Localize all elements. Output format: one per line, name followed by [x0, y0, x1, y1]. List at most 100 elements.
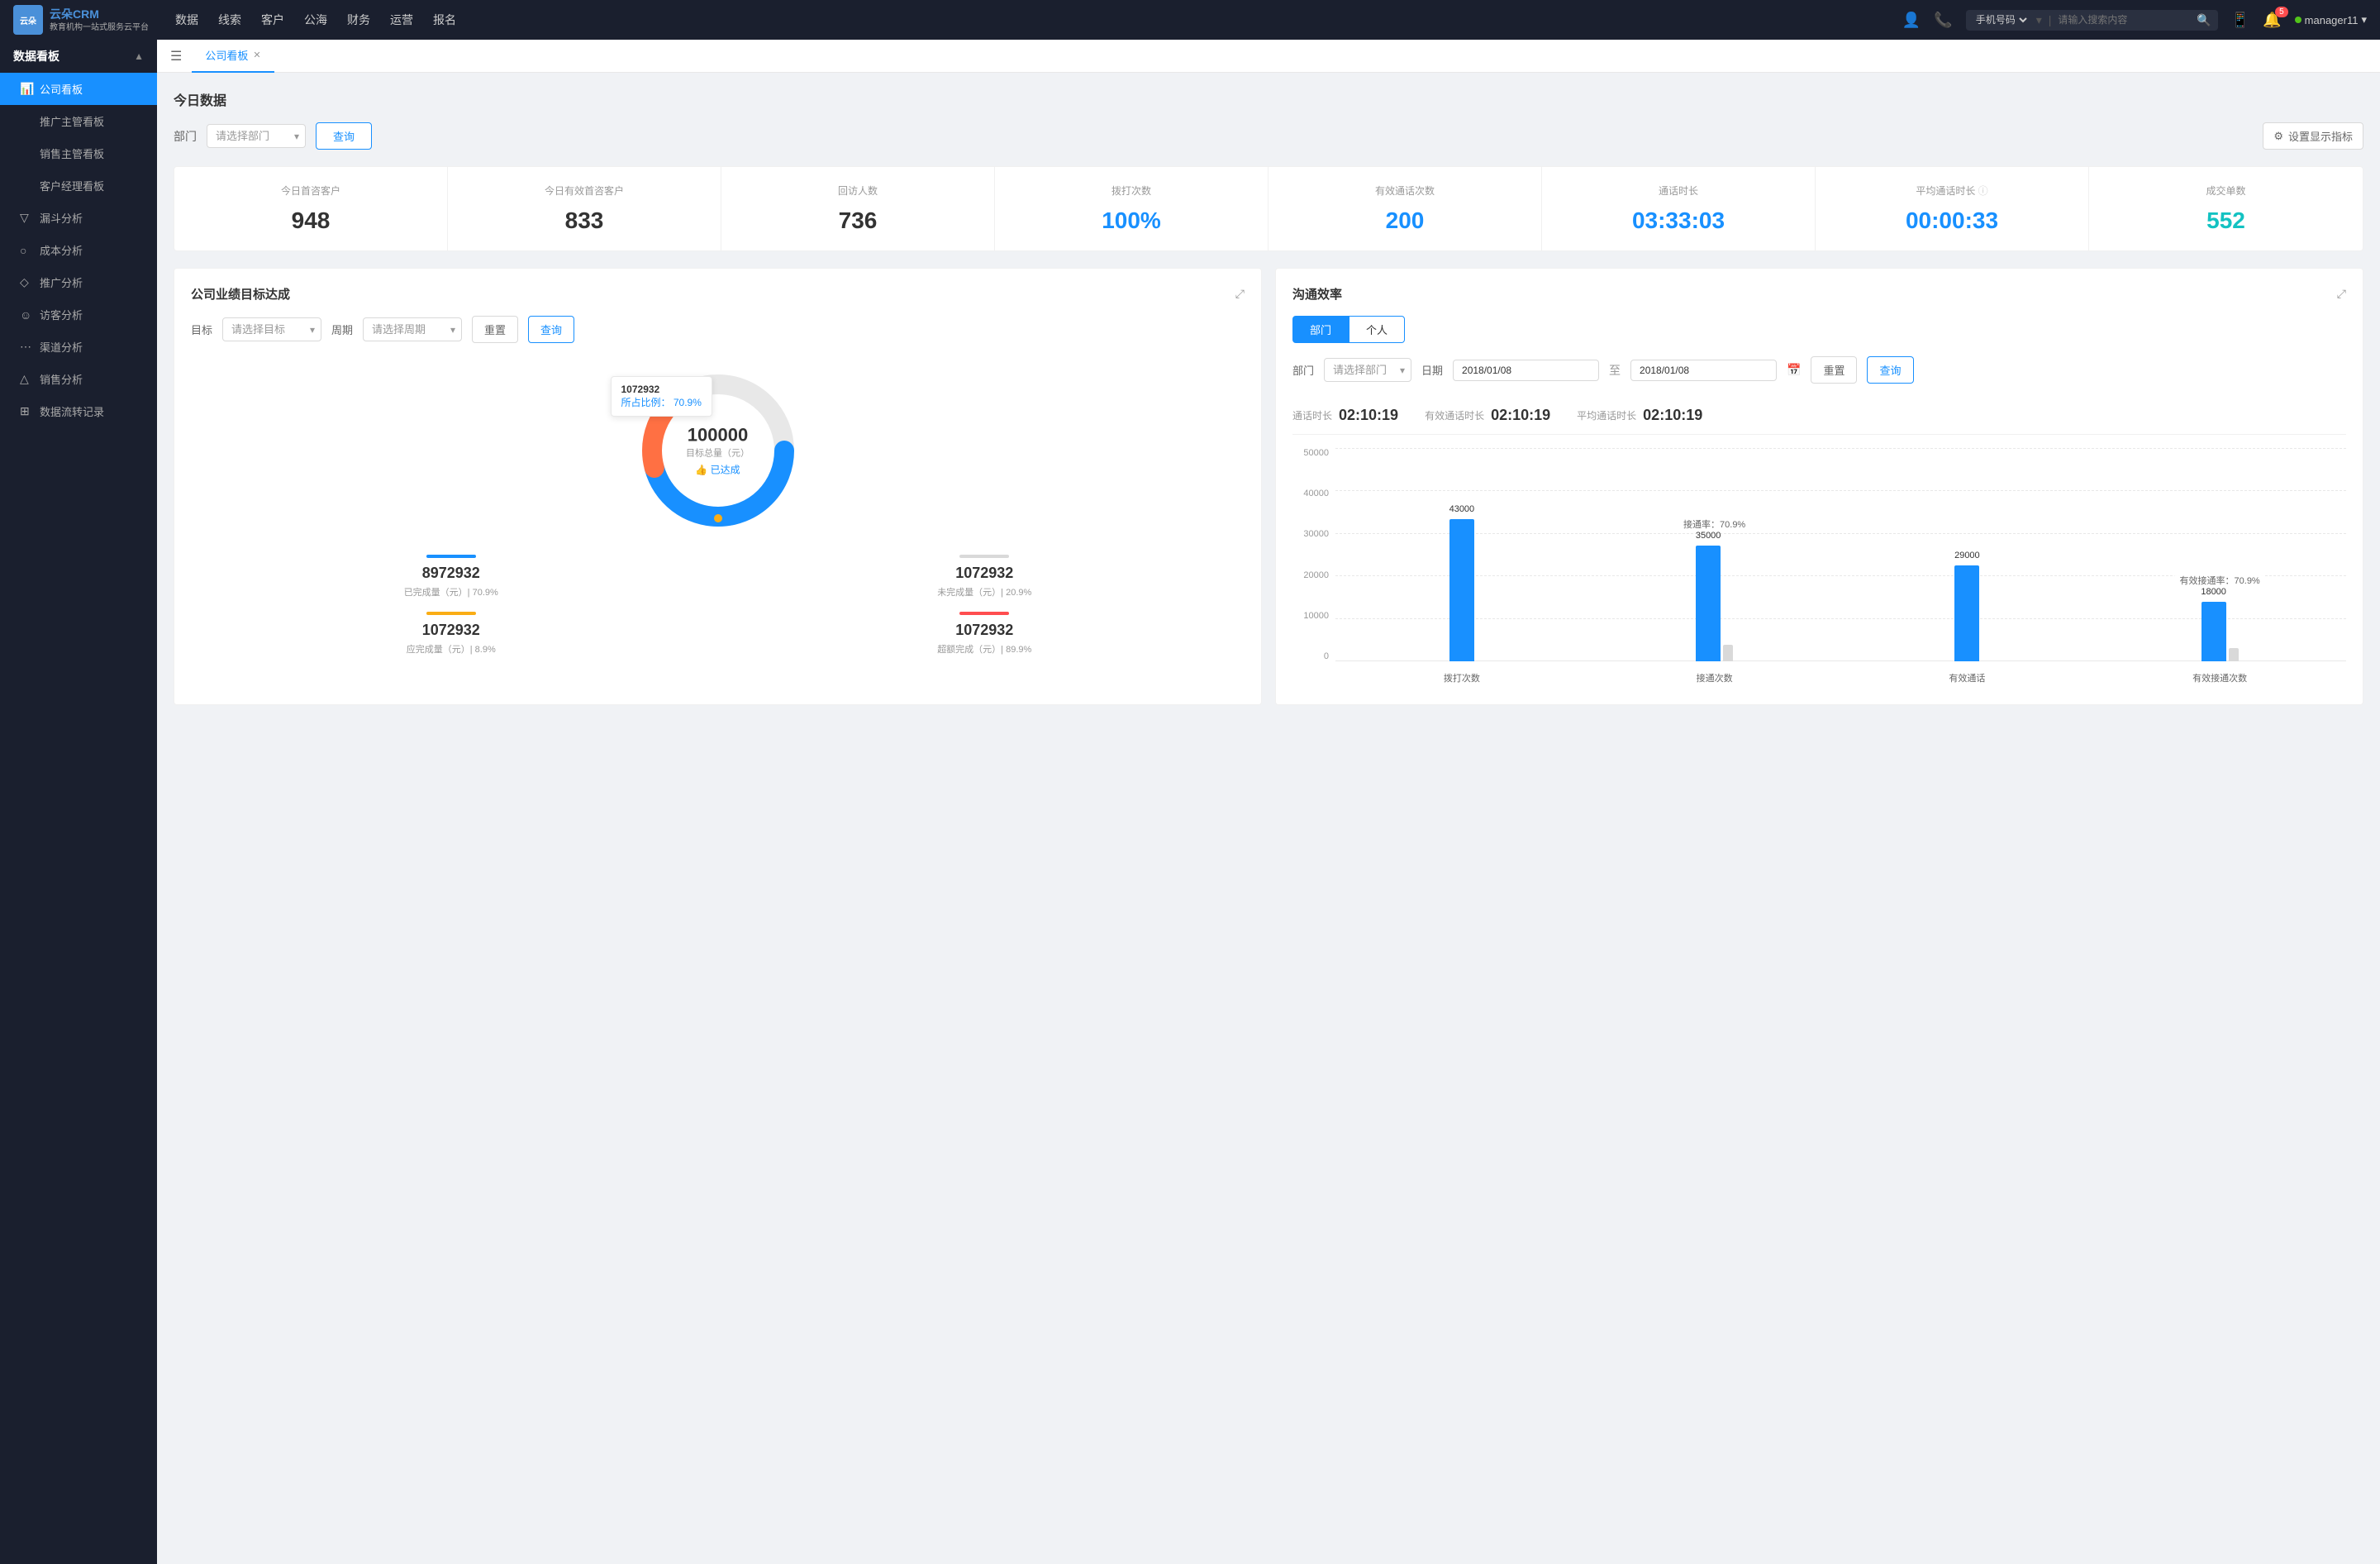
comm-reset-button[interactable]: 重置 [1811, 356, 1857, 384]
bar-0-1 [1449, 519, 1474, 661]
goal-panel: 公司业绩目标达成 ⤢ 目标 请选择目标 周期 请选择 [174, 268, 1262, 705]
bar-wrapper-2: 29000 [1954, 565, 1979, 661]
user-info[interactable]: manager11 ▾ [2295, 13, 2367, 26]
period-select[interactable]: 请选择周期 [363, 317, 462, 341]
goal-select[interactable]: 请选择目标 [222, 317, 321, 341]
comm-stat-label-1: 有效通话时长 [1425, 408, 1484, 422]
sidebar-section-header[interactable]: 数据看板 ▲ [0, 40, 157, 73]
today-data-title: 今日数据 [174, 89, 2363, 109]
period-select-wrapper: 请选择周期 [363, 317, 462, 341]
goal-expand-icon[interactable]: ⤢ [1235, 287, 1245, 301]
goal-stat-bar-3 [959, 612, 1009, 615]
goal-stat-3: 1072932 超额完成（元）| 89.9% [725, 612, 1245, 656]
sidebar-item-promo-analysis[interactable]: ◇ 推广分析 [0, 266, 157, 298]
board-icon: 📊 [20, 82, 33, 96]
search-select[interactable]: 手机号码 [1973, 13, 2030, 26]
comm-query-button[interactable]: 查询 [1867, 356, 1913, 384]
nav-data[interactable]: 数据 [175, 8, 198, 31]
bar-3-1 [2202, 602, 2226, 661]
calendar-icon[interactable]: 📅 [1787, 363, 1801, 377]
search-input[interactable] [2058, 14, 2190, 26]
donut-value: 100000 [686, 425, 750, 446]
sidebar-item-channel[interactable]: ⋯ 渠道分析 [0, 331, 157, 363]
content-area: ☰ 公司看板 ✕ 今日数据 部门 请选择部门 查询 [157, 40, 2380, 1564]
sidebar-item-cost[interactable]: ○ 成本分析 [0, 234, 157, 266]
goal-stat-label-3: 超额完成（元）| 89.9% [725, 642, 1245, 656]
bar-chart-container: 50000 40000 30000 20000 10000 0 [1292, 448, 2346, 688]
comm-tab-dept[interactable]: 部门 [1292, 316, 1349, 343]
goal-stat-value-2: 1072932 [191, 622, 712, 639]
notification-icon[interactable]: 🔔 5 [2263, 12, 2281, 29]
sidebar-item-data-flow[interactable]: ⊞ 数据流转记录 [0, 395, 157, 427]
tab-toggle-icon[interactable]: ☰ [170, 48, 182, 64]
dept-select[interactable]: 请选择部门 [207, 124, 306, 148]
goal-query-button[interactable]: 查询 [528, 316, 574, 343]
stat-card-5: 通话时长 03:33:03 [1542, 167, 1816, 250]
sidebar-toggle-icon: ▲ [134, 50, 144, 62]
nav-finance[interactable]: 财务 [347, 8, 370, 31]
comm-stat-1: 有效通话时长 02:10:19 [1425, 407, 1550, 424]
chart-area: 43000 接通率：70.9% [1335, 448, 2346, 661]
nav-leads[interactable]: 线索 [218, 8, 241, 31]
goal-stat-label-1: 未完成量（元）| 20.9% [725, 585, 1245, 598]
today-query-button[interactable]: 查询 [316, 122, 372, 150]
comm-panel-title: 沟通效率 [1292, 285, 1342, 303]
sidebar-item-sales-analysis[interactable]: △ 销售分析 [0, 363, 157, 395]
y-label-50000: 50000 [1292, 448, 1329, 458]
top-nav: 云朵 云朵CRM 教育机构一站式服务云平台 数据 线索 客户 公海 财务 运营 … [0, 0, 2380, 40]
comm-date-label: 日期 [1421, 362, 1443, 378]
logo: 云朵 云朵CRM 教育机构一站式服务云平台 [13, 5, 149, 35]
sidebar-item-company-board[interactable]: 📊 公司看板 [0, 73, 157, 105]
goal-reset-button[interactable]: 重置 [472, 316, 518, 343]
settings-button[interactable]: ⚙ 设置显示指标 [2263, 122, 2363, 150]
comm-date-start[interactable] [1453, 360, 1599, 381]
donut-sub: 目标总量（元） [686, 446, 750, 460]
settings-icon: ⚙ [2273, 130, 2283, 143]
goal-stat-label-2: 应完成量（元）| 8.9% [191, 642, 712, 656]
search-icon[interactable]: 🔍 [2197, 13, 2211, 27]
x-label-2: 有效通话 [1841, 671, 2094, 684]
comm-expand-icon[interactable]: ⤢ [2337, 287, 2346, 301]
mobile-icon[interactable]: 📱 [2231, 12, 2249, 29]
stat-label-2: 回访人数 [735, 184, 981, 198]
stat-card-0: 今日首咨客户 948 [174, 167, 448, 250]
goal-stat-value-1: 1072932 [725, 565, 1245, 582]
info-icon: ⓘ [1978, 185, 1988, 197]
nav-public[interactable]: 公海 [304, 8, 327, 31]
nav-customers[interactable]: 客户 [261, 8, 284, 31]
bar-wrapper-3: 18000 [2202, 602, 2239, 661]
goal-stat-bar-2 [426, 612, 476, 615]
sidebar-item-funnel[interactable]: ▽ 漏斗分析 [0, 202, 157, 234]
y-label-20000: 20000 [1292, 570, 1329, 580]
goal-panel-header: 公司业绩目标达成 ⤢ [191, 285, 1245, 303]
x-axis: 拨打次数 接通次数 有效通话 有效接通次数 [1335, 671, 2346, 684]
tab-company-board[interactable]: 公司看板 ✕ [192, 40, 274, 73]
visitor-icon: ☺ [20, 308, 33, 322]
sidebar-item-promo-mgr[interactable]: 推广主管看板 [0, 105, 157, 137]
comm-dept-select[interactable]: 请选择部门 [1324, 358, 1411, 382]
sidebar-item-customer-mgr[interactable]: 客户经理看板 [0, 169, 157, 202]
sidebar-item-sales-mgr[interactable]: 销售主管看板 [0, 137, 157, 169]
comm-date-end[interactable] [1630, 360, 1777, 381]
period-label: 周期 [331, 322, 353, 337]
comm-tab-person[interactable]: 个人 [1349, 316, 1405, 343]
tab-close-icon[interactable]: ✕ [253, 50, 260, 60]
page-content: 今日数据 部门 请选择部门 查询 ⚙ 设置显示指标 [157, 73, 2380, 1564]
stat-value-4: 200 [1282, 207, 1528, 234]
user-icon[interactable]: 👤 [1902, 12, 1921, 29]
phone-icon[interactable]: 📞 [1934, 12, 1952, 29]
comm-stat-value-2: 02:10:19 [1643, 407, 1702, 424]
nav-operations[interactable]: 运营 [390, 8, 413, 31]
x-label-0: 拨打次数 [1335, 671, 1588, 684]
sidebar-item-visitor[interactable]: ☺ 访客分析 [0, 298, 157, 331]
stat-value-3: 100% [1008, 207, 1254, 234]
bar-value-label-0: 43000 [1449, 504, 1475, 514]
tooltip-value: 1072932 [621, 384, 702, 395]
bar-group-2: 29000 [1841, 448, 2094, 661]
nav-signup[interactable]: 报名 [433, 8, 456, 31]
logo-text: 云朵CRM 教育机构一站式服务云平台 [50, 7, 149, 32]
date-separator: 至 [1609, 362, 1621, 379]
bar-value-label-3: 18000 [2201, 587, 2226, 597]
y-label-0: 0 [1292, 651, 1329, 661]
comm-tab-buttons: 部门 个人 [1292, 316, 2346, 343]
